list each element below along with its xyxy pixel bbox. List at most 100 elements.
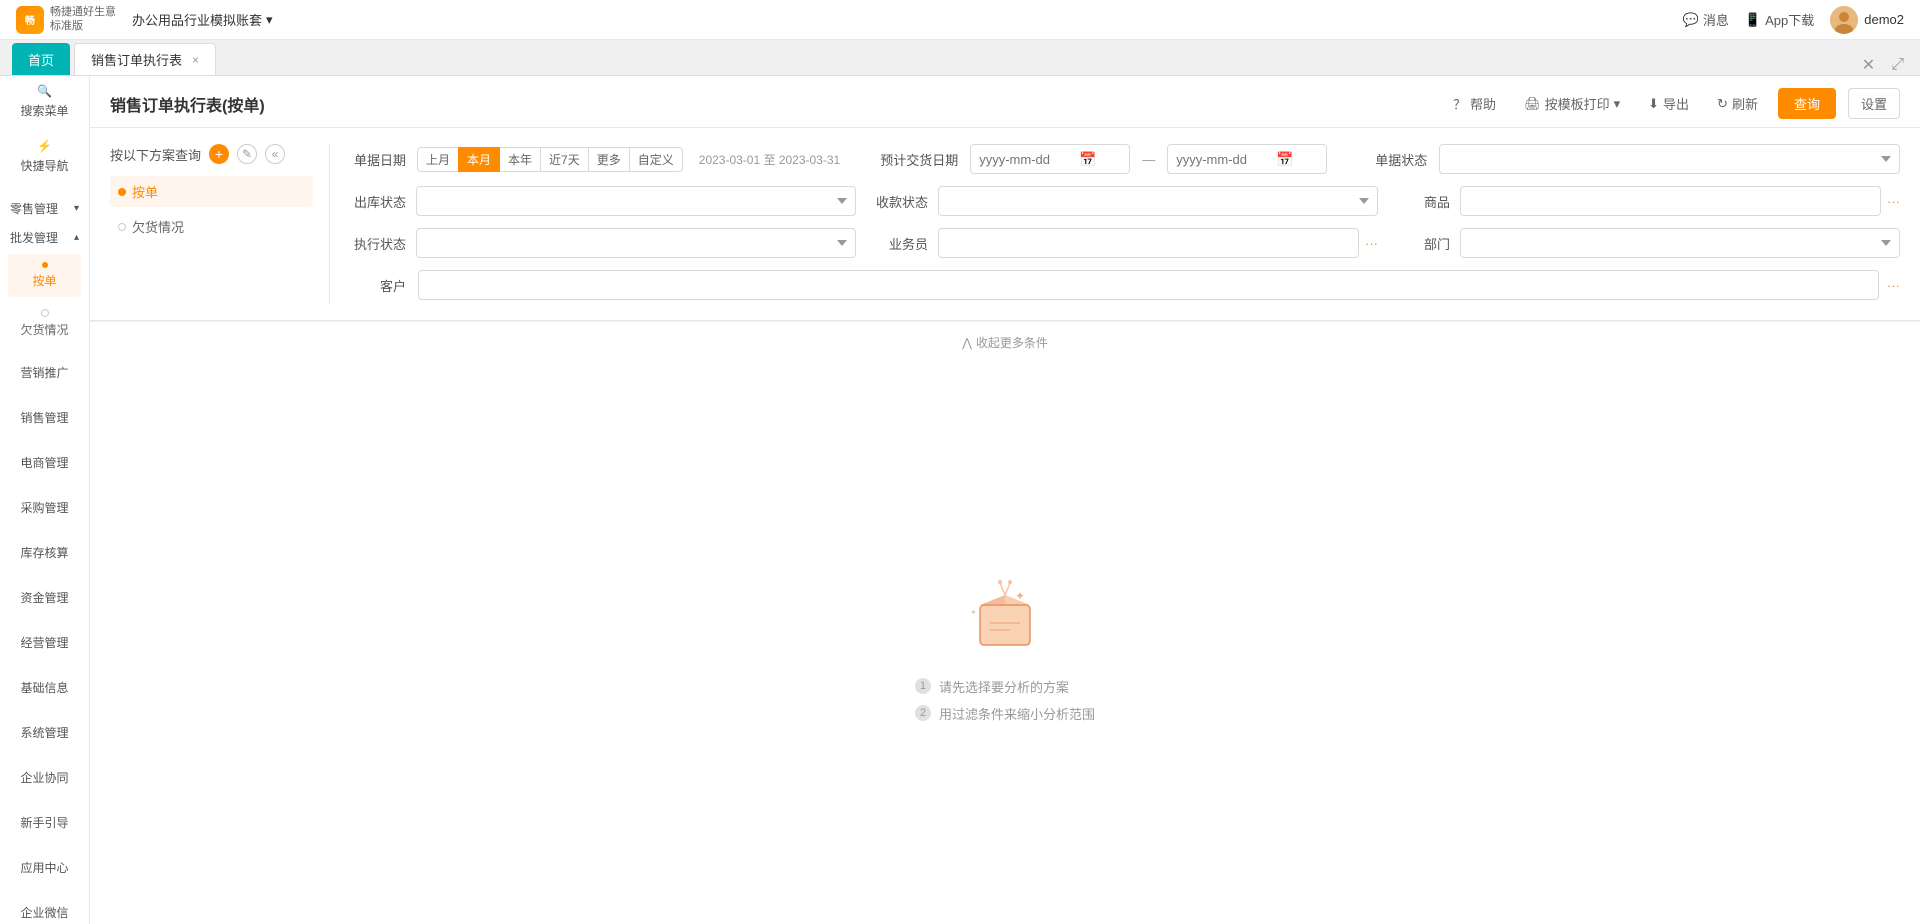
sidebar-item-marketing[interactable]: 营销推广 — [4, 350, 85, 391]
dot-icon — [118, 188, 126, 196]
search-icon: 🔍 — [37, 84, 52, 98]
date-to-input-wrap[interactable]: 📅 — [1167, 144, 1327, 174]
top-bar-right: 💬 消息 📱 App下载 demo2 — [1683, 6, 1904, 34]
tab-active[interactable]: 销售订单执行表 × — [74, 43, 216, 75]
export-button[interactable]: ⬇ 导出 — [1640, 90, 1697, 117]
date-tab-last-month[interactable]: 上月 — [417, 147, 459, 172]
date-tab-custom[interactable]: 自定义 — [629, 147, 683, 172]
sidebar-item-wholesale[interactable]: 批发管理 ▴ — [0, 223, 89, 252]
sidebar-item-enterprise[interactable]: 企业协同 — [4, 755, 85, 796]
sidebar-item-ecommerce[interactable]: 电商管理 — [4, 440, 85, 481]
single-status-select[interactable] — [1439, 144, 1900, 174]
tab-bar: 首页 销售订单执行表 × ✕ ⤢ — [0, 40, 1920, 76]
scheme-edit-button[interactable]: ✎ — [237, 144, 257, 164]
calendar-icon: 📅 — [1079, 151, 1096, 168]
scheme-item-欠货[interactable]: 欠货情况 — [110, 211, 313, 242]
single-status-label: 单据状态 — [1367, 150, 1427, 169]
svg-text:✦: ✦ — [1015, 589, 1025, 603]
user-area[interactable]: demo2 — [1830, 6, 1904, 34]
goods-input[interactable] — [1460, 186, 1881, 216]
scheme-add-button[interactable]: + — [209, 144, 229, 164]
sidebar-item-sales[interactable]: 销售管理 — [4, 395, 85, 436]
query-button[interactable]: 查询 — [1778, 88, 1836, 119]
sidebar-item-system[interactable]: 系统管理 — [4, 710, 85, 751]
sidebar-item-newbie[interactable]: 新手引导 — [4, 800, 85, 841]
help-button[interactable]: ？ 帮助 — [1445, 90, 1504, 117]
sidebar-search[interactable]: 🔍 搜索菜单 — [0, 76, 89, 127]
hint-num-2: 2 — [915, 705, 931, 721]
maximize-window-icon[interactable]: ⤢ — [1887, 56, 1908, 74]
sidebar-sub-item-按单[interactable]: 按单 — [8, 254, 81, 297]
main-layout: 🔍 搜索菜单 ⚡ 快捷导航 零售管理 ▾ 批发管理 ▴ 按单 欠货情况 营销推广 — [0, 76, 1920, 924]
window-buttons: ✕ ⤢ — [1858, 55, 1908, 75]
logo-area: 畅 畅捷通好生意 标准版 — [16, 6, 116, 34]
date-tab-this-year[interactable]: 本年 — [499, 147, 541, 172]
print-button[interactable]: 🖨 按模板打印 ▾ — [1516, 90, 1628, 117]
sidebar-item-operations[interactable]: 经营管理 — [4, 620, 85, 661]
filter-row-2: 出库状态 收款状态 商品 ··· — [346, 186, 1900, 216]
msg-icon: 💬 — [1683, 12, 1699, 28]
scheme-collapse-button[interactable]: « — [265, 144, 285, 164]
filter-panel: 按以下方案查询 + ✎ « 按单 欠货情况 单据日期 — [90, 128, 1920, 321]
sidebar-item-finance[interactable]: 资金管理 — [4, 575, 85, 616]
date-tab-7days[interactable]: 近7天 — [540, 147, 589, 172]
empty-illustration: ✦ ✦ — [955, 565, 1055, 665]
chevron-down-icon: ▾ — [1614, 96, 1621, 112]
refresh-button[interactable]: ↻ 刷新 — [1709, 90, 1766, 117]
sidebar-item-quick-nav[interactable]: ⚡ 快捷导航 — [4, 129, 85, 184]
close-window-icon[interactable]: ✕ — [1858, 55, 1879, 75]
top-bar: 畅 畅捷通好生意 标准版 办公用品行业模拟账套 ▾ 💬 消息 📱 App下载 — [0, 0, 1920, 40]
chevron-down-icon: ▾ — [74, 203, 79, 214]
help-icon: ？ — [1453, 94, 1466, 113]
print-icon: 🖨 — [1524, 96, 1541, 112]
department-label: 部门 — [1390, 234, 1450, 253]
date-dash: — — [1142, 152, 1155, 167]
customer-input[interactable] — [418, 270, 1879, 300]
avatar — [1830, 6, 1858, 34]
sidebar-item-retail[interactable]: 零售管理 ▾ — [0, 194, 89, 223]
date-tab-this-month[interactable]: 本月 — [458, 147, 500, 172]
app-selector[interactable]: 办公用品行业模拟账套 ▾ — [124, 6, 281, 33]
sidebar-item-purchase[interactable]: 采购管理 — [4, 485, 85, 526]
scheme-item-按单[interactable]: 按单 — [110, 176, 313, 207]
app-download-button[interactable]: 📱 App下载 — [1745, 10, 1814, 29]
department-select[interactable] — [1460, 228, 1900, 258]
goods-more-icon[interactable]: ··· — [1887, 194, 1900, 209]
salesperson-more-icon[interactable]: ··· — [1365, 236, 1378, 251]
payment-status-label: 收款状态 — [868, 192, 928, 211]
user-name: demo2 — [1864, 12, 1904, 27]
sidebar-item-basic-info[interactable]: 基础信息 — [4, 665, 85, 706]
goods-field: 商品 ··· — [1390, 186, 1900, 216]
customer-more-icon[interactable]: ··· — [1887, 278, 1900, 293]
date-tabs: 上月 本月 本年 近7天 更多 自定义 — [418, 147, 683, 172]
date-to-input[interactable] — [1176, 152, 1276, 167]
scheme-header: 按以下方案查询 + ✎ « — [110, 144, 313, 164]
dot-outline-icon — [118, 223, 126, 231]
sidebar-item-inventory[interactable]: 库存核算 — [4, 530, 85, 571]
nav-icon: ⚡ — [37, 139, 52, 153]
execution-status-select[interactable] — [416, 228, 856, 258]
settings-button[interactable]: 设置 — [1848, 88, 1900, 119]
collapse-button[interactable]: ⋀ 收起更多条件 — [950, 330, 1060, 355]
salesperson-input[interactable] — [938, 228, 1359, 258]
tab-home[interactable]: 首页 — [12, 43, 70, 75]
execution-status-field: 执行状态 — [346, 228, 856, 258]
tab-close-icon[interactable]: × — [192, 53, 199, 67]
page-actions: ？ 帮助 🖨 按模板打印 ▾ ⬇ 导出 ↻ 刷新 查询 设置 — [1445, 88, 1900, 119]
department-field: 部门 — [1390, 228, 1900, 258]
warehouse-status-select[interactable] — [416, 186, 856, 216]
sidebar-item-app-center[interactable]: 应用中心 — [4, 845, 85, 886]
date-tab-more[interactable]: 更多 — [588, 147, 630, 172]
date-from-input-wrap[interactable]: 📅 — [970, 144, 1130, 174]
sidebar-item-wechat[interactable]: 企业微信 — [4, 890, 85, 924]
payment-status-select[interactable] — [938, 186, 1378, 216]
page-header: 销售订单执行表(按单) ？ 帮助 🖨 按模板打印 ▾ ⬇ 导出 ↻ 刷新 — [90, 76, 1920, 128]
sidebar-sub-item-欠货[interactable]: 欠货情况 — [8, 301, 81, 346]
refresh-icon: ↻ — [1717, 96, 1728, 112]
single-status-field — [1439, 144, 1900, 174]
top-bar-left: 畅 畅捷通好生意 标准版 办公用品行业模拟账套 ▾ — [16, 6, 281, 34]
collapse-icon: ⋀ — [962, 336, 972, 350]
date-from-input[interactable] — [979, 152, 1079, 167]
date-label: 单据日期 — [346, 150, 406, 169]
msg-button[interactable]: 💬 消息 — [1683, 10, 1729, 29]
